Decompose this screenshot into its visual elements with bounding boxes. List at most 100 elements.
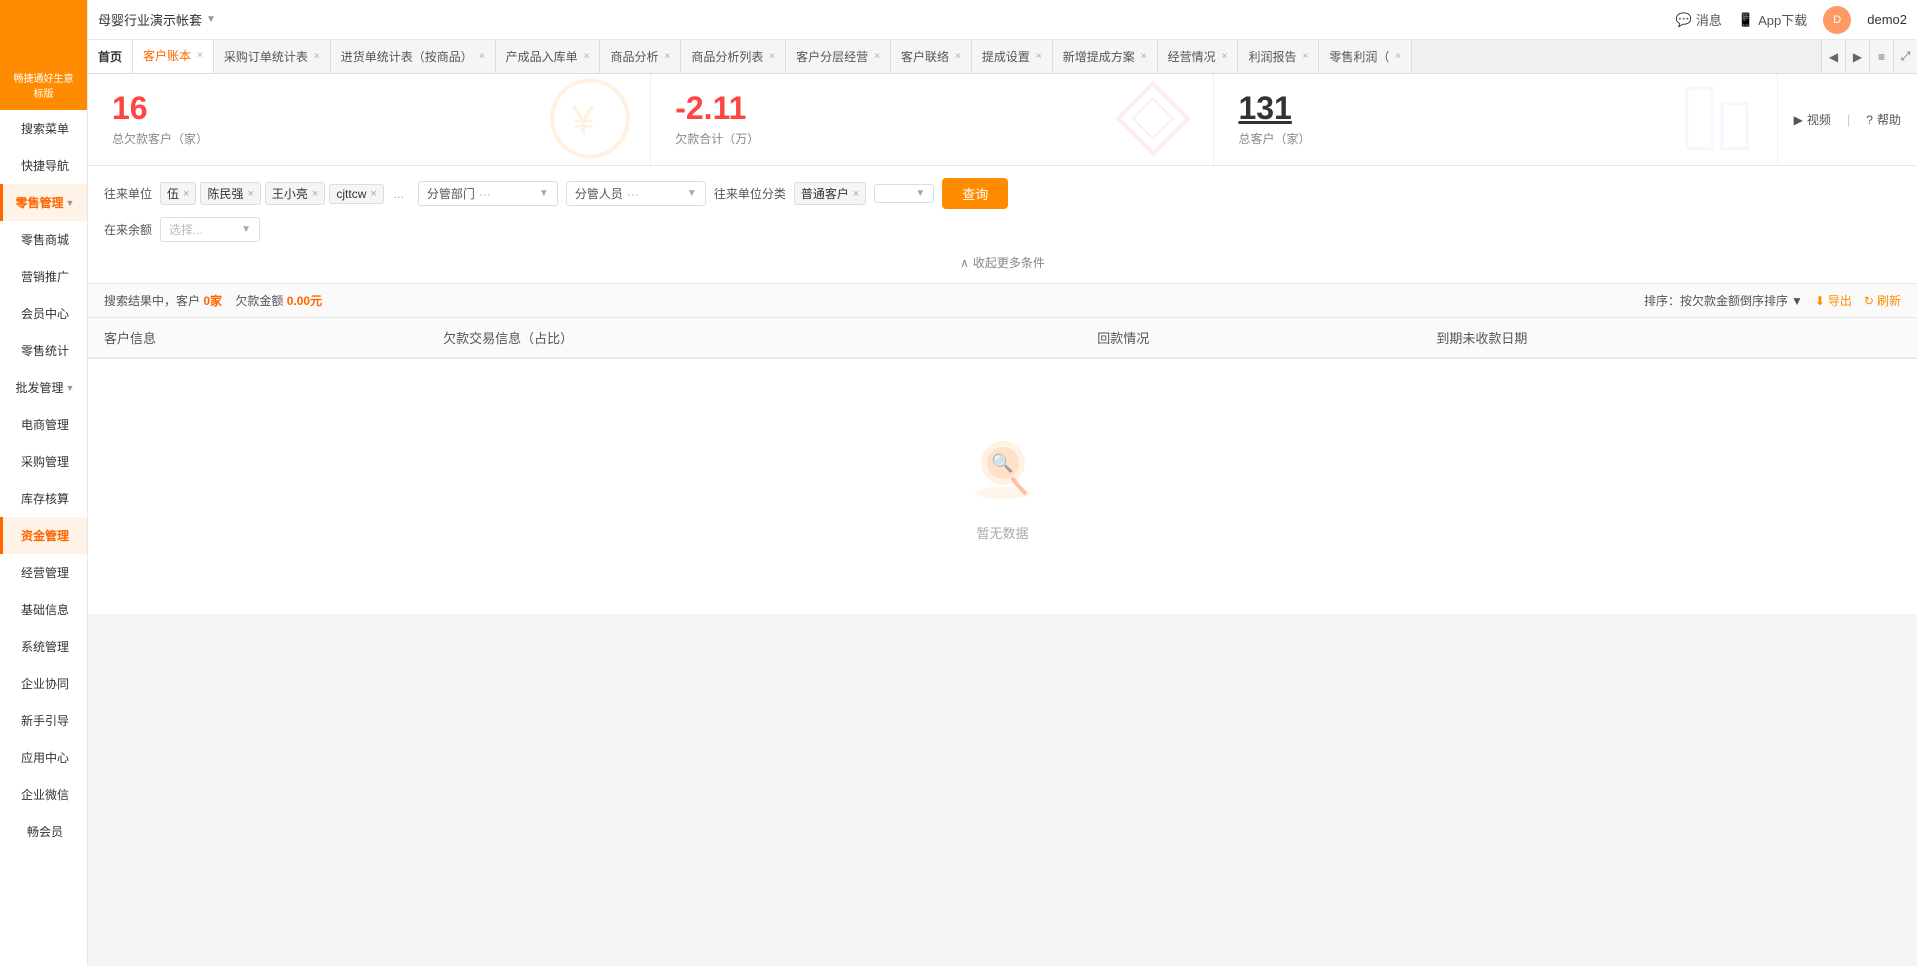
tab-close-icon[interactable]: × bbox=[1222, 51, 1228, 62]
tab-close-icon[interactable]: × bbox=[664, 51, 670, 62]
tab-close-icon[interactable]: × bbox=[874, 51, 880, 62]
tag-close-icon[interactable]: × bbox=[370, 188, 376, 200]
sidebar-item-wholesale[interactable]: 批发管理▼ bbox=[0, 369, 87, 406]
tab-purchase-order[interactable]: 采购订单统计表× bbox=[214, 40, 331, 74]
sidebar-item-ecommerce[interactable]: 电商管理 bbox=[0, 406, 87, 443]
sidebar-item-inventory[interactable]: 库存核算 bbox=[0, 480, 87, 517]
sidebar-item-vip[interactable]: 畅会员 bbox=[0, 813, 87, 850]
export-button[interactable]: ⬇ 导出 bbox=[1815, 292, 1852, 309]
sort-button[interactable]: 排序：按欠款金额倒序排序 ▼ bbox=[1644, 292, 1803, 309]
stat-bg-building-icon bbox=[1677, 78, 1757, 161]
tab-home[interactable]: 首页 bbox=[88, 40, 133, 74]
search-button[interactable]: 查询 bbox=[942, 178, 1008, 209]
tab-close-icon[interactable]: × bbox=[955, 51, 961, 62]
tab-boost-settings[interactable]: 提成设置× bbox=[972, 40, 1053, 74]
stat-bg-yuan-icon: ¥ bbox=[550, 78, 630, 161]
app-download-button[interactable]: 📱 App下载 bbox=[1738, 10, 1807, 29]
dept-filter[interactable]: 分管部门 ··· ▼ bbox=[418, 181, 558, 206]
balance-input[interactable]: 选择... ▼ bbox=[160, 217, 260, 242]
tab-label: 客户账本 bbox=[143, 47, 191, 64]
sidebar-item-search[interactable]: 搜索菜单 bbox=[0, 110, 87, 147]
tab-close-icon[interactable]: × bbox=[769, 51, 775, 62]
unit-tag-cjttcw: cjttcw× bbox=[329, 184, 383, 204]
sidebar-item-label: 零售统计 bbox=[21, 344, 69, 358]
refresh-button[interactable]: ↻ 刷新 bbox=[1864, 292, 1901, 309]
tag-close-icon[interactable]: × bbox=[183, 188, 189, 200]
stat-value-total: 131 bbox=[1238, 92, 1752, 124]
sidebar-item-marketing[interactable]: 营销推广 bbox=[0, 258, 87, 295]
tab-close-icon[interactable]: × bbox=[479, 51, 485, 62]
tab-label: 进货单统计表（按商品） bbox=[341, 48, 473, 65]
filter-row-1: 往来单位 伍×陈民强×王小亮×cjttcw×... 分管部门 ··· ▼ 分管人… bbox=[104, 178, 1901, 209]
app-download-icon: 📱 bbox=[1738, 12, 1754, 28]
tag-close-icon[interactable]: × bbox=[853, 188, 859, 200]
tab-close-icon[interactable]: × bbox=[1141, 51, 1147, 62]
person-filter[interactable]: 分管人员 ··· ▼ bbox=[566, 181, 706, 206]
help-button[interactable]: ? 帮助 bbox=[1866, 111, 1901, 128]
unit-tag-陈民强: 陈民强× bbox=[200, 182, 260, 205]
tab-new-boost[interactable]: 新增提成方案× bbox=[1053, 40, 1158, 74]
sidebar-item-label: 企业协同 bbox=[21, 677, 69, 691]
sidebar-item-retail-mall[interactable]: 零售商城 bbox=[0, 221, 87, 258]
unit-class-select[interactable]: ▼ bbox=[874, 184, 934, 203]
person-label: 分管人员 bbox=[575, 185, 623, 202]
tab-maximize-button[interactable]: ⤢ bbox=[1893, 40, 1917, 74]
account-selector[interactable]: 母婴行业演示帐套 ▼ bbox=[98, 10, 216, 29]
tab-retail-profit[interactable]: 零售利润（ × bbox=[1319, 40, 1412, 74]
tab-label: 客户分层经营 bbox=[796, 48, 868, 65]
tab-customer-book[interactable]: 客户账本 × bbox=[133, 40, 214, 74]
username-label[interactable]: demo2 bbox=[1867, 12, 1907, 27]
export-icon: ⬇ bbox=[1815, 294, 1825, 308]
tab-prev-button[interactable]: ◀ bbox=[1821, 40, 1845, 74]
tab-close-icon[interactable]: × bbox=[197, 50, 203, 61]
tab-customer-contact[interactable]: 客户联络× bbox=[891, 40, 972, 74]
sidebar-item-label: 会员中心 bbox=[21, 307, 69, 321]
sub-arrow-icon: ▼ bbox=[66, 198, 75, 208]
empty-state: 🔍 暂无数据 bbox=[104, 371, 1901, 602]
sidebar-item-wecom[interactable]: 企业微信 bbox=[0, 776, 87, 813]
tab-customer-layer[interactable]: 客户分层经营 × bbox=[786, 40, 891, 74]
tab-goods-analysis[interactable]: 商品分析× bbox=[600, 40, 681, 74]
sidebar-item-member[interactable]: 会员中心 bbox=[0, 295, 87, 332]
tabbar: 首页客户账本×采购订单统计表×进货单统计表（按商品）×产成品入库单×商品分析×商… bbox=[88, 40, 1917, 74]
sidebar-item-guide[interactable]: 新手引导 bbox=[0, 702, 87, 739]
message-button[interactable]: 💬 消息 bbox=[1676, 10, 1722, 29]
sidebar-item-purchase[interactable]: 采购管理 bbox=[0, 443, 87, 480]
tab-list-button[interactable]: ≡ bbox=[1869, 40, 1893, 74]
sidebar-item-collab[interactable]: 企业协同 bbox=[0, 665, 87, 702]
tab-production[interactable]: 产成品入库单× bbox=[496, 40, 601, 74]
tab-close-icon[interactable]: × bbox=[1036, 51, 1042, 62]
sidebar-item-retail-stats[interactable]: 零售统计 bbox=[0, 332, 87, 369]
video-button[interactable]: ▶ 视频 bbox=[1794, 111, 1831, 128]
tag-close-icon[interactable]: × bbox=[312, 188, 318, 200]
tab-goods-stats[interactable]: 进货单统计表（按商品） × bbox=[331, 40, 496, 74]
sidebar-item-label: 畅会员 bbox=[27, 825, 63, 839]
sidebar-item-basic[interactable]: 基础信息 bbox=[0, 591, 87, 628]
tab-close-icon[interactable]: × bbox=[584, 51, 590, 62]
tab-goods-list[interactable]: 商品分析列表× bbox=[681, 40, 786, 74]
tab-profit-report[interactable]: 利润报告× bbox=[1238, 40, 1319, 74]
tab-operation[interactable]: 经营情况× bbox=[1158, 40, 1239, 74]
tab-close-icon[interactable]: × bbox=[1395, 51, 1401, 62]
sidebar-item-label: 系统管理 bbox=[21, 640, 69, 654]
tab-close-icon[interactable]: × bbox=[1302, 51, 1308, 62]
sidebar-item-retail[interactable]: 零售管理▼ bbox=[0, 184, 87, 221]
sidebar-item-apps[interactable]: 应用中心 bbox=[0, 739, 87, 776]
sidebar-item-label: 资金管理 bbox=[21, 529, 69, 543]
help-icon: ? bbox=[1866, 113, 1873, 127]
export-label: 导出 bbox=[1828, 292, 1852, 309]
unit-class-arrow-icon: ▼ bbox=[915, 188, 925, 199]
sidebar-item-operation[interactable]: 经营管理 bbox=[0, 554, 87, 591]
topbar: 母婴行业演示帐套 ▼ 💬 消息 📱 App下载 D demo2 bbox=[88, 0, 1917, 40]
sidebar-item-system[interactable]: 系统管理 bbox=[0, 628, 87, 665]
tab-next-button[interactable]: ▶ bbox=[1845, 40, 1869, 74]
page-content: ¥ 16 总欠款客户（家） -2.11 欠款合计（万） 131 总客户（家） bbox=[88, 74, 1917, 966]
tab-label: 零售利润（ bbox=[1329, 48, 1389, 65]
collapse-button[interactable]: ∧ 收起更多条件 bbox=[104, 250, 1901, 271]
sidebar-item-label: 新手引导 bbox=[21, 714, 69, 728]
tag-close-icon[interactable]: × bbox=[247, 188, 253, 200]
tab-close-icon[interactable]: × bbox=[314, 51, 320, 62]
svg-text:¥: ¥ bbox=[571, 98, 595, 142]
sidebar-item-finance[interactable]: 资金管理 bbox=[0, 517, 87, 554]
sidebar-item-nav[interactable]: 快捷导航 bbox=[0, 147, 87, 184]
